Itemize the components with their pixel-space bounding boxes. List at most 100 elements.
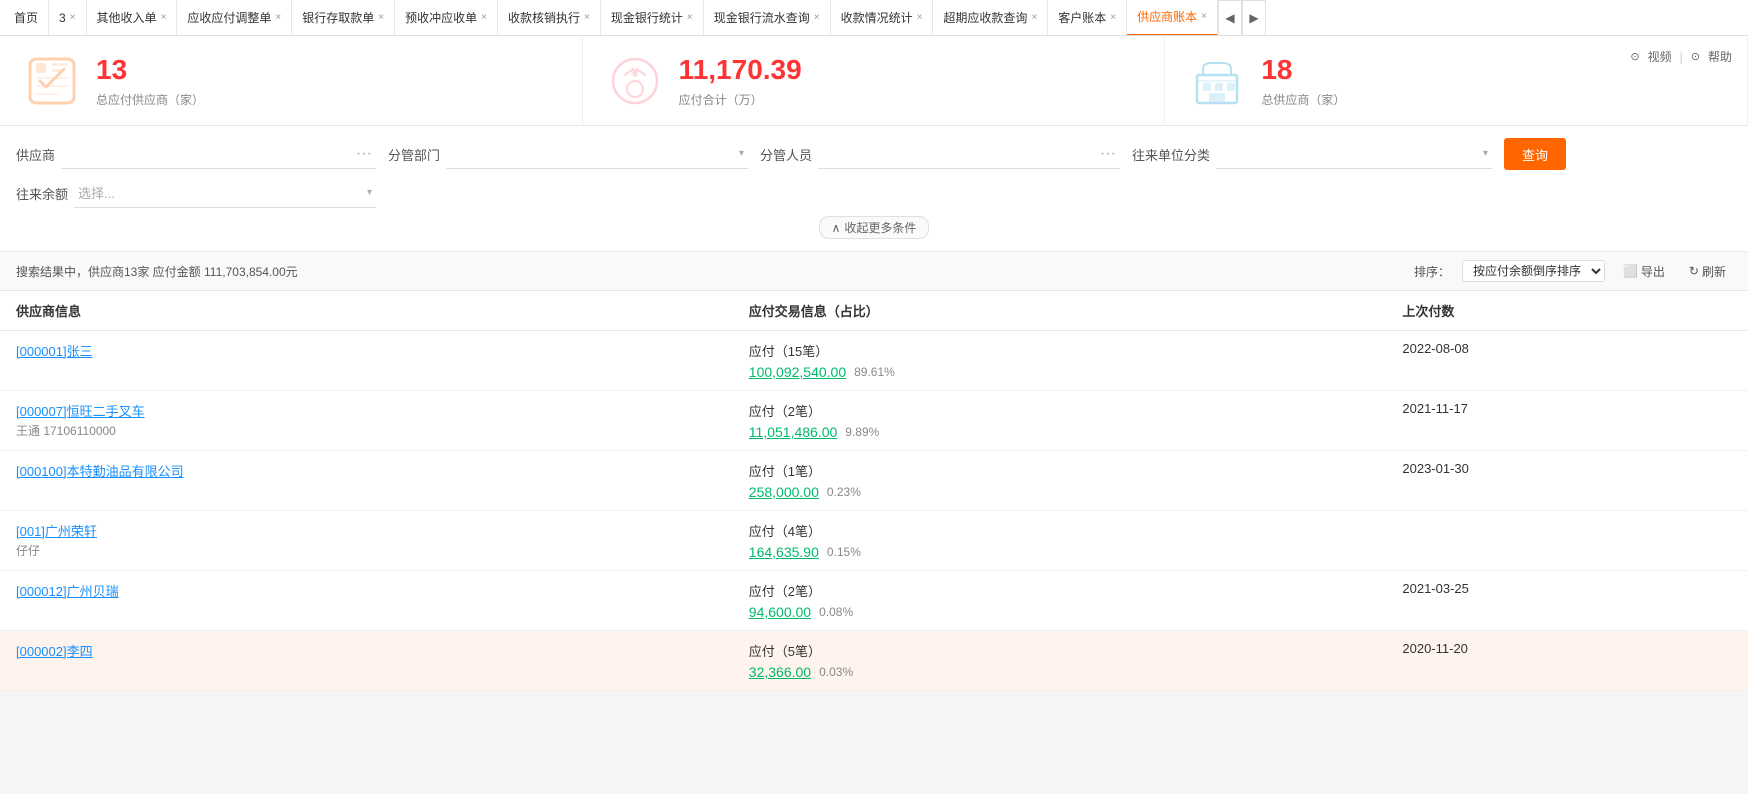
nav-tab-bank-deposit[interactable]: 银行存取款单 × (292, 0, 395, 36)
payable-percent: 0.23% (827, 485, 861, 499)
balance-chevron-down-icon[interactable]: ▾ (367, 187, 372, 198)
filter-area: 供应商 ··· 分管部门 ▾ 分管人员 ··· 往来单位分类 (0, 126, 1748, 252)
supplier-link[interactable]: [000002]李四 (16, 641, 717, 660)
close-icon[interactable]: × (917, 12, 923, 23)
payable-amount[interactable]: 94,600.00 (749, 604, 811, 620)
balance-filter-label: 往来余额 (16, 184, 68, 203)
stat-info-payable-suppliers: 13 总应付供应商（家） (96, 53, 204, 108)
nav-tab-supplier-ledger[interactable]: 供应商账本 × (1127, 0, 1218, 36)
filter-dept: 分管部门 ▾ (388, 139, 748, 169)
nav-tab-ar-ap-adjust[interactable]: 应收应付调整单 × (177, 0, 292, 36)
nav-tab-collection-exec[interactable]: 收款核销执行 × (498, 0, 601, 36)
close-icon[interactable]: × (161, 12, 167, 23)
supplier-link[interactable]: [000007]恒旺二手叉车 (16, 401, 717, 420)
sort-select[interactable]: 按应付余额倒序排序 按应付余额正序排序 按供应商名称排序 (1462, 260, 1605, 282)
supplier-link[interactable]: [001]广州荣轩 (16, 521, 717, 540)
nav-tab-collection-stat[interactable]: 收款情况统计 × (831, 0, 934, 36)
export-label: 导出 (1641, 263, 1665, 280)
category-chevron-down-icon[interactable]: ▾ (1483, 148, 1488, 159)
export-button[interactable]: ⬜ 导出 (1617, 261, 1671, 282)
close-icon[interactable]: × (1031, 12, 1037, 23)
person-filter-label: 分管人员 (760, 145, 812, 164)
nav-next-arrow[interactable]: ▶ (1242, 0, 1266, 36)
payable-amount[interactable]: 11,051,486.00 (749, 424, 838, 440)
nav-tab-home[interactable]: 首页 (4, 0, 49, 36)
nav-tab-cash-bank-stat-label: 现金银行统计 (611, 9, 683, 26)
close-icon[interactable]: × (1110, 12, 1116, 23)
nav-tab-cash-bank-flow-label: 现金银行流水查询 (714, 9, 810, 26)
nav-tab-3-close[interactable]: × (70, 12, 76, 23)
nav-tab-3[interactable]: 3 × (49, 0, 87, 36)
person-dots-icon[interactable]: ··· (1100, 145, 1116, 163)
dept-filter-label: 分管部门 (388, 145, 440, 164)
nav-tab-customer-ledger[interactable]: 客户账本 × (1048, 0, 1127, 36)
payable-total-label: 应付合计（万） (679, 91, 802, 108)
supplier-dots-icon[interactable]: ··· (356, 145, 372, 163)
category-input[interactable] (1220, 139, 1483, 169)
payable-count: 应付（4笔） (749, 521, 1371, 540)
video-link-icon: ⊙ (1630, 50, 1639, 63)
nav-tab-overdue-ar[interactable]: 超期应收款查询 × (933, 0, 1048, 36)
filter-supplier: 供应商 ··· (16, 139, 376, 169)
nav-tab-prepay-ar[interactable]: 预收冲应收单 × (395, 0, 498, 36)
payable-count: 应付（1笔） (749, 461, 1371, 480)
supplier-info-cell: [000012]广州贝瑞 (0, 571, 733, 631)
nav-tab-other-income[interactable]: 其他收入单 × (87, 0, 178, 36)
filter-balance: 往来余额 选择... ▾ (16, 178, 376, 208)
dept-chevron-down-icon[interactable]: ▾ (739, 148, 744, 159)
supplier-link[interactable]: [000001]张三 (16, 341, 717, 360)
payable-amount[interactable]: 258,000.00 (749, 484, 819, 500)
nav-tab-cash-bank-stat[interactable]: 现金银行统计 × (601, 0, 704, 36)
last-pay-cell: 2022-08-08 (1386, 331, 1748, 391)
close-icon[interactable]: × (584, 12, 590, 23)
nav-tab-home-label: 首页 (14, 9, 38, 26)
result-summary: 搜索结果中，供应商13家 应付金额 111,703,854.00元 (16, 263, 298, 280)
top-navigation: 首页 3 × 其他收入单 × 应收应付调整单 × 银行存取款单 × 预收冲应收单… (0, 0, 1748, 36)
supplier-link[interactable]: [000100]本特勤油品有限公司 (16, 461, 717, 480)
payable-info-cell: 应付（2笔） 94,600.00 0.08% (733, 571, 1387, 631)
close-icon[interactable]: × (275, 12, 281, 23)
collapse-label: 收起更多条件 (844, 219, 916, 236)
person-input[interactable] (822, 139, 1100, 169)
close-icon[interactable]: × (1201, 11, 1207, 22)
nav-tab-overdue-ar-label: 超期应收款查询 (943, 9, 1027, 26)
video-link[interactable]: 视频 (1648, 48, 1672, 65)
payable-count: 应付（2笔） (749, 401, 1371, 420)
payable-amount[interactable]: 100,092,540.00 (749, 364, 846, 380)
payable-percent: 0.15% (827, 545, 861, 559)
nav-tab-prepay-ar-label: 预收冲应收单 (405, 9, 477, 26)
last-pay-cell: 2023-01-30 (1386, 451, 1748, 511)
help-link[interactable]: 帮助 (1708, 48, 1732, 65)
supplier-info-cell: [001]广州荣轩 仔仔 (0, 511, 733, 571)
supplier-link[interactable]: [000012]广州贝瑞 (16, 581, 717, 600)
payable-suppliers-number: 13 (96, 53, 204, 87)
payable-amount[interactable]: 164,635.90 (749, 544, 819, 560)
table-row: [000002]李四 应付（5笔） 32,366.00 0.03% 2020-1… (0, 631, 1748, 691)
balance-select-placeholder[interactable]: 选择... (78, 183, 367, 202)
query-button[interactable]: 查询 (1504, 138, 1566, 170)
result-bar: 搜索结果中，供应商13家 应付金额 111,703,854.00元 排序： 按应… (0, 252, 1748, 291)
collapse-button[interactable]: ∧ 收起更多条件 (819, 216, 930, 239)
supplier-input[interactable] (65, 139, 356, 169)
stat-info-payable-total: 11,170.39 应付合计（万） (679, 53, 802, 108)
close-icon[interactable]: × (814, 12, 820, 23)
table-body: [000001]张三 应付（15笔） 100,092,540.00 89.61%… (0, 331, 1748, 691)
stat-info-total-suppliers: 18 总供应商（家） (1261, 53, 1345, 108)
collapse-chevron-icon: ∧ (832, 221, 841, 235)
close-icon[interactable]: × (378, 12, 384, 23)
payable-amount[interactable]: 32,366.00 (749, 664, 811, 680)
filter-row-2: 往来余额 选择... ▾ (16, 178, 1732, 208)
nav-tab-cash-bank-flow[interactable]: 现金银行流水查询 × (704, 0, 831, 36)
svg-text:¥: ¥ (631, 64, 639, 80)
filter-row-1: 供应商 ··· 分管部门 ▾ 分管人员 ··· 往来单位分类 (16, 138, 1732, 170)
last-pay-date: 2021-11-17 (1402, 401, 1468, 416)
nav-prev-arrow[interactable]: ◀ (1218, 0, 1242, 36)
close-icon[interactable]: × (481, 12, 487, 23)
close-icon[interactable]: × (687, 12, 693, 23)
col-supplier-info: 供应商信息 (0, 291, 733, 331)
nav-tab-ar-ap-label: 应收应付调整单 (187, 9, 271, 26)
dept-input[interactable] (450, 139, 739, 169)
payable-count: 应付（15笔） (749, 341, 1371, 360)
table-row: [000001]张三 应付（15笔） 100,092,540.00 89.61%… (0, 331, 1748, 391)
refresh-button[interactable]: ↻ 刷新 (1683, 261, 1732, 282)
